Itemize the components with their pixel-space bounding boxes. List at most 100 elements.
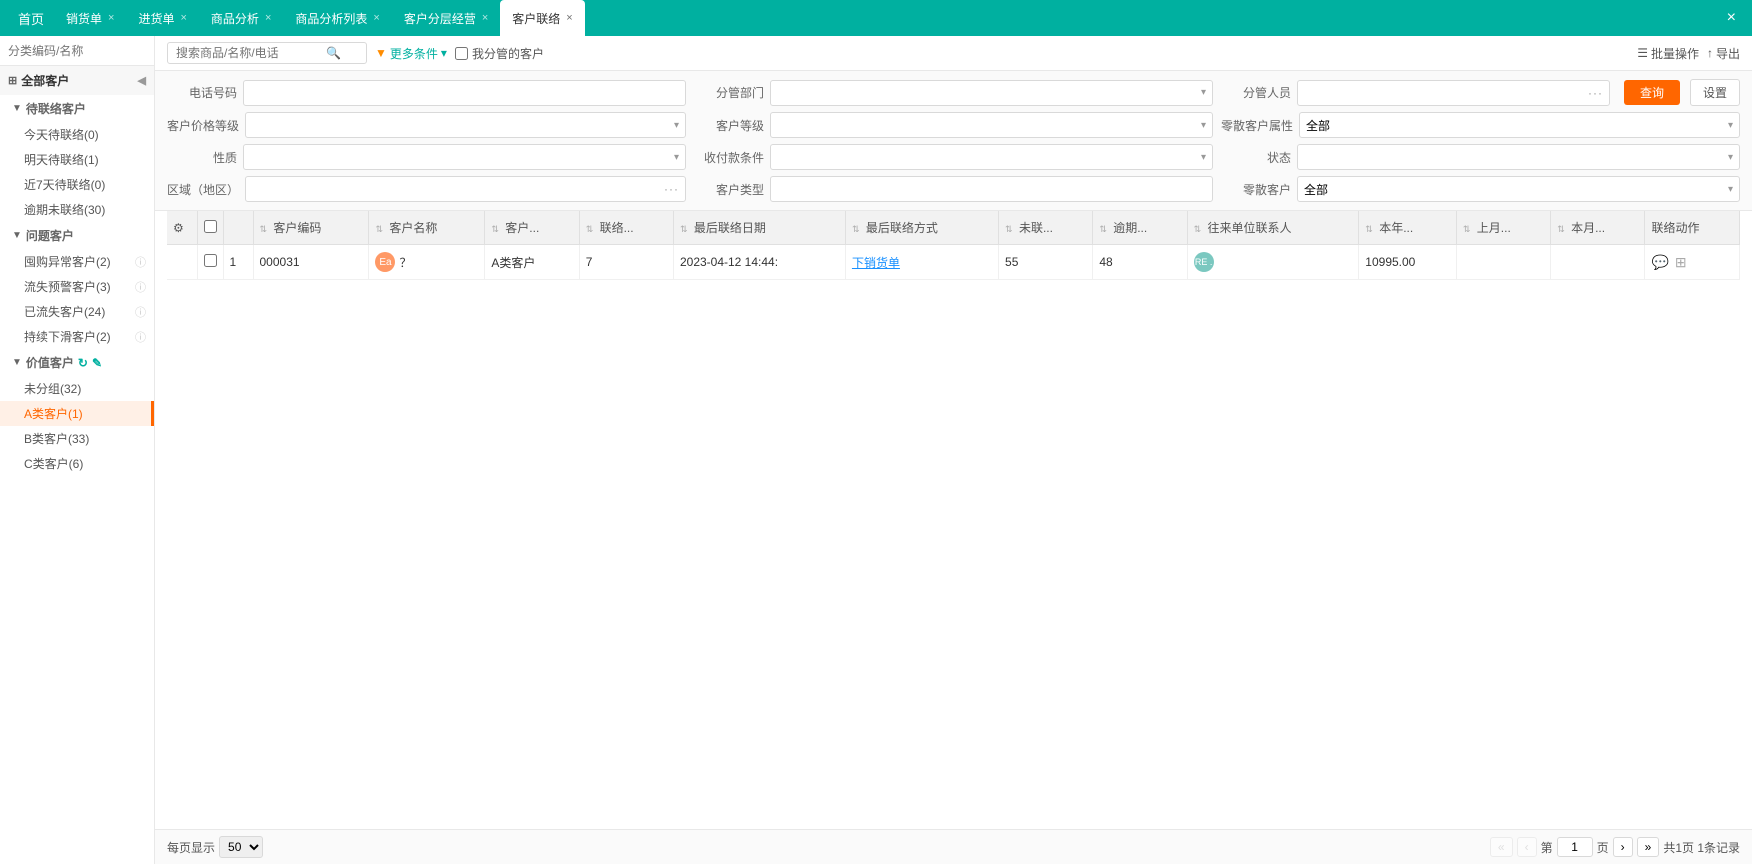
sidebar-item-today[interactable]: 今天待联络(0)	[0, 122, 154, 147]
page-number-input[interactable]	[1557, 837, 1593, 857]
more-conditions-btn[interactable]: ▼ 更多条件 ▾	[375, 45, 447, 62]
page-next-btn[interactable]: ›	[1613, 837, 1633, 857]
group-pending-contact[interactable]: ▼ 待联络客户	[0, 95, 154, 122]
close-purchase-tab[interactable]: ×	[180, 12, 186, 24]
group-arrow-pending: ▼	[12, 103, 22, 114]
my-customers-check[interactable]	[455, 47, 468, 60]
close-analysis-tab[interactable]: ×	[265, 12, 271, 24]
col-uncontacted[interactable]: ⇅ 未联...	[999, 211, 1093, 245]
filter-retail-select[interactable]: 全部 ▾	[1297, 176, 1740, 202]
filter-payment: 收付款条件 ▾	[694, 144, 1213, 170]
col-last-method[interactable]: ⇅ 最后联络方式	[845, 211, 998, 245]
row-checkbox-cell[interactable]	[197, 245, 223, 280]
pagination: « ‹ 第 页 › » 共1页 1条记录	[1490, 837, 1740, 857]
sidebar-item-overdue[interactable]: 逾期未联络(30)	[0, 197, 154, 222]
main-search-input[interactable]	[176, 46, 326, 60]
page-prev-btn[interactable]: ‹	[1517, 837, 1537, 857]
collapse-icon[interactable]: ◀	[138, 74, 146, 87]
col-contact2-sort: ⇅	[1194, 224, 1202, 234]
sidebar-item-class-c[interactable]: C类客户(6)	[0, 451, 154, 476]
query-btn[interactable]: 查询	[1624, 80, 1680, 105]
col-overdue[interactable]: ⇅ 逾期...	[1093, 211, 1187, 245]
person-dots: ···	[1588, 86, 1603, 100]
sidebar-item-abnormal[interactable]: 囤购异常客户(2) ⓘ	[0, 249, 154, 274]
col-this-year[interactable]: ⇅ 本年...	[1359, 211, 1457, 245]
close-customer-segment-tab[interactable]: ×	[482, 12, 488, 24]
filter-customer-level-select[interactable]: ▾	[770, 112, 1213, 138]
filter-retail-attr: 零散客户属性 全部 ▾	[1221, 112, 1740, 138]
close-window-button[interactable]: ×	[1719, 9, 1744, 27]
nav-tab-customer-contact[interactable]: 客户联络 ×	[500, 0, 584, 36]
filter-price-level: 客户价格等级 ▾	[167, 112, 686, 138]
col-last-date[interactable]: ⇅ 最后联络日期	[673, 211, 845, 245]
bottom-bar: 每页显示 50 « ‹ 第 页 › » 共1页 1条记录	[155, 829, 1752, 864]
col-contact-count[interactable]: ⇅ 联络...	[579, 211, 673, 245]
filter-nature-select[interactable]: ▾	[243, 144, 686, 170]
my-customers-checkbox[interactable]: 我分管的客户	[455, 45, 544, 62]
filter-payment-select[interactable]: ▾	[770, 144, 1213, 170]
filter-person-input[interactable]: ···	[1297, 80, 1610, 106]
group-value-customers[interactable]: ▼ 价值客户 ↻ ✎	[0, 349, 154, 376]
close-sales-tab[interactable]: ×	[108, 12, 114, 24]
batch-op-btn[interactable]: ☰ 批量操作	[1637, 45, 1699, 62]
nav-home[interactable]: 首页	[8, 0, 54, 36]
group-problem-customers[interactable]: ▼ 问题客户	[0, 222, 154, 249]
filter-price-level-select[interactable]: ▾	[245, 112, 686, 138]
filter-phone-input[interactable]	[243, 80, 686, 106]
sidebar-item-ungrouped[interactable]: 未分组(32)	[0, 376, 154, 401]
filter-status: 状态 ▾	[1221, 144, 1740, 170]
col-overdue-sort: ⇅	[1099, 224, 1107, 234]
sidebar-item-7days[interactable]: 近7天待联络(0)	[0, 172, 154, 197]
row-index-cell: 1	[223, 245, 253, 280]
page-first-btn[interactable]: «	[1490, 837, 1513, 857]
row-this-year-cell: 10995.00	[1359, 245, 1457, 280]
export-btn[interactable]: ↑ 导出	[1707, 45, 1740, 62]
col-last-month[interactable]: ⇅ 上月...	[1456, 211, 1550, 245]
sidebar-item-declining[interactable]: 持续下滑客户(2) ⓘ	[0, 324, 154, 349]
col-code[interactable]: ⇅ 客户编码	[253, 211, 369, 245]
settings-gear-icon[interactable]: ⚙	[173, 221, 184, 235]
chat-icon[interactable]: 💬	[1651, 254, 1668, 271]
col-contact2[interactable]: ⇅ 往来单位联系人	[1187, 211, 1359, 245]
per-page-select[interactable]: 50	[219, 836, 263, 858]
grid-icon: ⊞	[8, 74, 17, 87]
sidebar-item-churned[interactable]: 已流失客户(24) ⓘ	[0, 299, 154, 324]
close-analysis-list-tab[interactable]: ×	[373, 12, 379, 24]
last-method-link[interactable]: 下销货单	[852, 256, 900, 270]
col-settings[interactable]: ⚙	[167, 211, 197, 245]
col-name[interactable]: ⇅ 客户名称	[369, 211, 485, 245]
nav-tab-purchase[interactable]: 进货单 ×	[126, 0, 198, 36]
row-uncontacted-cell: 55	[999, 245, 1093, 280]
settings-btn[interactable]: 设置	[1690, 79, 1740, 106]
page-last-btn[interactable]: »	[1637, 837, 1660, 857]
nav-tab-customer-segment[interactable]: 客户分层经营 ×	[392, 0, 500, 36]
refresh-icon[interactable]: ↻	[78, 356, 88, 370]
sidebar-item-tomorrow[interactable]: 明天待联络(1)	[0, 147, 154, 172]
col-type[interactable]: ⇅ 客户...	[485, 211, 579, 245]
filter-region-input[interactable]: ···	[245, 176, 686, 202]
row-checkbox[interactable]	[204, 254, 217, 267]
sidebar-item-churn-warning[interactable]: 流失预警客户(3) ⓘ	[0, 274, 154, 299]
sidebar-search-input[interactable]	[8, 44, 155, 58]
filter-customer-type-input[interactable]	[770, 176, 1213, 202]
row-contact-cell: 7	[579, 245, 673, 280]
nature-chevron: ▾	[674, 152, 679, 163]
filter-status-label: 状态	[1221, 149, 1291, 166]
filter-row-1: 电话号码 分管部门 ▾ 分管人员 ··· 查询 设置	[167, 79, 1740, 106]
nav-tab-analysis[interactable]: 商品分析 ×	[199, 0, 283, 36]
row-last-method-cell[interactable]: 下销货单	[845, 245, 998, 280]
sidebar-item-class-b[interactable]: B类客户(33)	[0, 426, 154, 451]
filter-dept-select[interactable]: ▾	[770, 80, 1213, 106]
filter-retail-attr-select[interactable]: 全部 ▾	[1299, 112, 1740, 138]
edit-group-icon[interactable]: ✎	[92, 356, 102, 370]
filter-status-select[interactable]: ▾	[1297, 144, 1740, 170]
qr-icon[interactable]: ⊞	[1675, 254, 1687, 271]
close-customer-contact-tab[interactable]: ×	[566, 12, 572, 24]
select-all-checkbox[interactable]	[204, 220, 217, 233]
row-code-cell: 000031	[253, 245, 369, 280]
col-this-month[interactable]: ⇅ 本月...	[1551, 211, 1645, 245]
nav-tab-analysis-list[interactable]: 商品分析列表 ×	[283, 0, 391, 36]
nav-tab-sales[interactable]: 销货单 ×	[54, 0, 126, 36]
col-checkbox-all[interactable]	[197, 211, 223, 245]
sidebar-item-class-a[interactable]: A类客户(1)	[0, 401, 154, 426]
